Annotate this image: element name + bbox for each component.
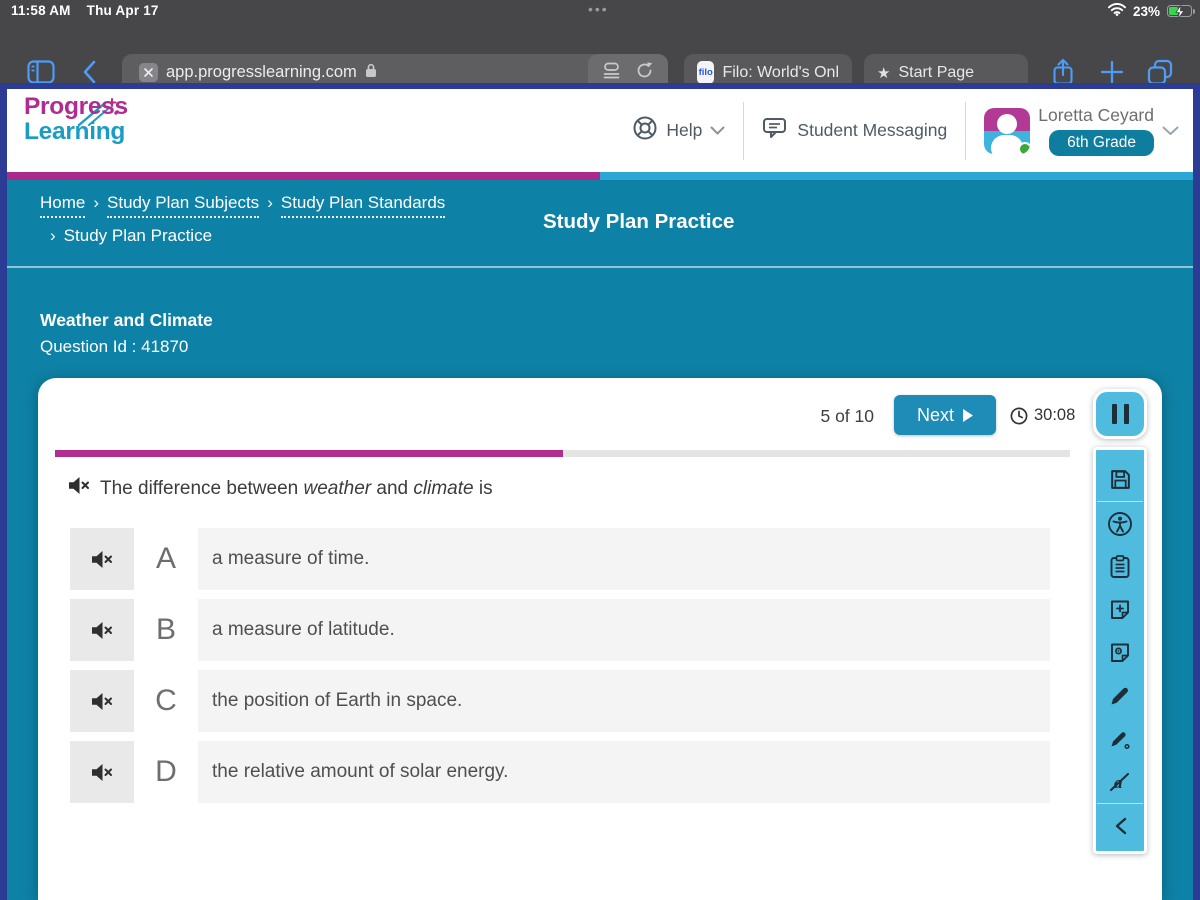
star-icon: ★ [877, 64, 891, 82]
status-date: Thu Apr 17 [86, 3, 159, 18]
breadcrumb-separator: › [267, 193, 273, 212]
progress-learning-logo[interactable]: Progress Learning [24, 94, 128, 144]
wifi-icon [1108, 2, 1126, 19]
progress-bar-fill [55, 450, 563, 457]
pause-button[interactable] [1093, 389, 1147, 439]
save-icon[interactable] [1096, 458, 1144, 501]
reload-icon[interactable] [635, 61, 654, 85]
timer: 30:08 [1010, 406, 1075, 425]
safari-toolbar: app.progresslearning.com filo Filo: Worl… [0, 22, 1200, 91]
webpage-frame: Progress Learning Help Student Messaging… [0, 83, 1200, 900]
option-letter[interactable]: A [134, 528, 198, 590]
option-text[interactable]: a measure of time. [198, 528, 1050, 590]
chevron-down-icon [1162, 126, 1179, 135]
battery-icon [1167, 5, 1195, 19]
option-letter[interactable]: D [134, 741, 198, 803]
timer-value: 30:08 [1034, 406, 1076, 424]
mute-speaker-icon[interactable] [70, 528, 134, 590]
question-row: The difference between weather and clima… [68, 476, 493, 501]
option-text[interactable]: the relative amount of solar energy. [198, 741, 1050, 803]
option-letter[interactable]: B [134, 599, 198, 661]
url-text: app.progresslearning.com [166, 63, 357, 81]
collapse-rail-icon[interactable] [1096, 804, 1144, 847]
breadcrumb-band: Home › Study Plan Subjects › Study Plan … [7, 180, 1193, 268]
question-card: 5 of 10 Next 30:08 The difference betwee… [38, 378, 1162, 900]
online-status-dot [1018, 141, 1031, 154]
breadcrumb-separator: › [93, 193, 100, 212]
header-divider [965, 101, 967, 160]
accessibility-icon[interactable] [1096, 502, 1144, 545]
answer-option-a[interactable]: A a measure of time. [70, 528, 1050, 590]
question-counter: 5 of 10 [820, 406, 874, 426]
marker-icon[interactable] [1096, 717, 1144, 760]
next-button[interactable]: Next [894, 395, 996, 435]
battery-percent: 23% [1132, 3, 1160, 19]
option-letter[interactable]: C [134, 670, 198, 732]
chat-bubbles-icon [762, 116, 789, 145]
option-text[interactable]: the position of Earth in space. [198, 670, 1050, 732]
site-header: Progress Learning Help Student Messaging… [7, 89, 1193, 172]
option-text[interactable]: a measure of latitude. [198, 599, 1050, 661]
tab-start-page-label: Start Page [898, 63, 975, 81]
student-messaging-label: Student Messaging [797, 120, 948, 140]
mute-speaker-icon[interactable] [70, 599, 134, 661]
notepad-icon[interactable] [1096, 545, 1144, 588]
clock-time: 11:58 AM [11, 3, 71, 18]
breadcrumb-current: Study Plan Practice [63, 226, 213, 245]
progress-learning-page: Progress Learning Help Student Messaging… [7, 89, 1193, 900]
mute-speaker-icon[interactable] [68, 476, 90, 501]
tab-filo-label: Filo: World's Onl [722, 63, 839, 81]
breadcrumb-home[interactable]: Home [40, 194, 86, 218]
mute-speaker-icon[interactable] [70, 741, 134, 803]
progress-bar [55, 450, 1070, 457]
filo-favicon: filo [697, 61, 715, 84]
status-bar: 11:58 AM Thu Apr 17 ••• 23% [0, 0, 1200, 22]
clock-icon [1010, 407, 1028, 424]
breadcrumb-separator: › [50, 226, 56, 245]
header-divider [743, 101, 745, 160]
topic-title: Weather and Climate [40, 310, 213, 330]
chevron-down-icon [710, 126, 725, 135]
student-messaging-button[interactable]: Student Messaging [762, 116, 947, 145]
question-text: The difference between weather and clima… [100, 477, 493, 499]
breadcrumb: Home › Study Plan Subjects › Study Plan … [40, 193, 446, 253]
help-menu[interactable]: Help [632, 115, 725, 146]
help-label: Help [666, 120, 703, 140]
multitask-dots-icon[interactable]: ••• [588, 1, 609, 17]
page-favicon-error-icon [139, 63, 158, 82]
page-menu-icon[interactable] [602, 62, 621, 84]
user-name: Loretta Ceyard [1038, 105, 1154, 125]
tool-rail: a [1093, 447, 1147, 854]
grade-badge: 6th Grade [1049, 130, 1154, 156]
profile-menu[interactable]: Loretta Ceyard 6th Grade [984, 105, 1179, 156]
breadcrumb-study-plan-subjects[interactable]: Study Plan Subjects [107, 194, 260, 218]
eliminate-text-icon[interactable]: a [1096, 760, 1144, 803]
answer-option-c[interactable]: C the position of Earth in space. [70, 670, 1050, 732]
avatar [984, 107, 1031, 154]
answer-option-b[interactable]: B a measure of latitude. [70, 599, 1050, 661]
accent-strip [7, 172, 1193, 180]
ipad-screen: 11:58 AM Thu Apr 17 ••• 23% app.progress… [0, 0, 1200, 900]
breadcrumb-study-plan-standards[interactable]: Study Plan Standards [280, 194, 446, 218]
pencil-icon[interactable] [1096, 674, 1144, 717]
play-arrow-icon [963, 408, 973, 422]
answer-option-d[interactable]: D the relative amount of solar energy. [70, 741, 1050, 803]
image-note-icon[interactable] [1096, 631, 1144, 674]
mute-speaker-icon[interactable] [70, 670, 134, 732]
lock-icon [365, 63, 377, 83]
question-id: Question Id : 41870 [40, 337, 189, 356]
page-title: Study Plan Practice [543, 210, 735, 233]
add-note-icon[interactable] [1096, 588, 1144, 631]
help-lifebuoy-icon [632, 115, 658, 146]
